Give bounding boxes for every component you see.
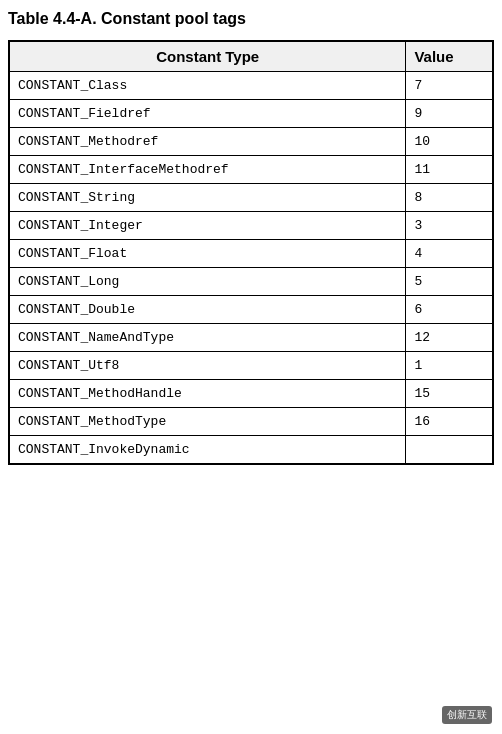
table-row: CONSTANT_Integer3 — [9, 212, 493, 240]
cell-value: 8 — [406, 184, 493, 212]
cell-value: 10 — [406, 128, 493, 156]
header-value: Value — [406, 41, 493, 72]
constant-pool-table: Constant Type Value CONSTANT_Class7CONST… — [8, 40, 494, 465]
table-row: CONSTANT_MethodType16 — [9, 408, 493, 436]
cell-constant-type: CONSTANT_MethodType — [9, 408, 406, 436]
table-row: CONSTANT_Class7 — [9, 72, 493, 100]
cell-value: 16 — [406, 408, 493, 436]
cell-constant-type: CONSTANT_Float — [9, 240, 406, 268]
table-row: CONSTANT_Fieldref9 — [9, 100, 493, 128]
cell-value — [406, 436, 493, 465]
cell-value: 3 — [406, 212, 493, 240]
cell-constant-type: CONSTANT_InvokeDynamic — [9, 436, 406, 465]
table-row: CONSTANT_Long5 — [9, 268, 493, 296]
page-title: Table 4.4-A. Constant pool tags — [8, 10, 494, 28]
cell-constant-type: CONSTANT_Methodref — [9, 128, 406, 156]
cell-value: 9 — [406, 100, 493, 128]
cell-constant-type: CONSTANT_Class — [9, 72, 406, 100]
cell-value: 1 — [406, 352, 493, 380]
cell-constant-type: CONSTANT_Integer — [9, 212, 406, 240]
cell-value: 15 — [406, 380, 493, 408]
table-row: CONSTANT_Double6 — [9, 296, 493, 324]
cell-value: 5 — [406, 268, 493, 296]
table-row: CONSTANT_InterfaceMethodref11 — [9, 156, 493, 184]
cell-constant-type: CONSTANT_MethodHandle — [9, 380, 406, 408]
cell-constant-type: CONSTANT_Fieldref — [9, 100, 406, 128]
table-row: CONSTANT_MethodHandle15 — [9, 380, 493, 408]
cell-constant-type: CONSTANT_InterfaceMethodref — [9, 156, 406, 184]
watermark: 创新互联 — [442, 706, 492, 724]
table-row: CONSTANT_InvokeDynamic — [9, 436, 493, 465]
table-row: CONSTANT_Float4 — [9, 240, 493, 268]
cell-value: 11 — [406, 156, 493, 184]
cell-value: 7 — [406, 72, 493, 100]
cell-value: 12 — [406, 324, 493, 352]
table-row: CONSTANT_NameAndType12 — [9, 324, 493, 352]
cell-constant-type: CONSTANT_Long — [9, 268, 406, 296]
table-row: CONSTANT_Methodref10 — [9, 128, 493, 156]
cell-constant-type: CONSTANT_Utf8 — [9, 352, 406, 380]
table-header-row: Constant Type Value — [9, 41, 493, 72]
table-row: CONSTANT_Utf81 — [9, 352, 493, 380]
cell-value: 4 — [406, 240, 493, 268]
cell-value: 6 — [406, 296, 493, 324]
header-constant-type: Constant Type — [9, 41, 406, 72]
cell-constant-type: CONSTANT_Double — [9, 296, 406, 324]
cell-constant-type: CONSTANT_NameAndType — [9, 324, 406, 352]
table-row: CONSTANT_String8 — [9, 184, 493, 212]
cell-constant-type: CONSTANT_String — [9, 184, 406, 212]
